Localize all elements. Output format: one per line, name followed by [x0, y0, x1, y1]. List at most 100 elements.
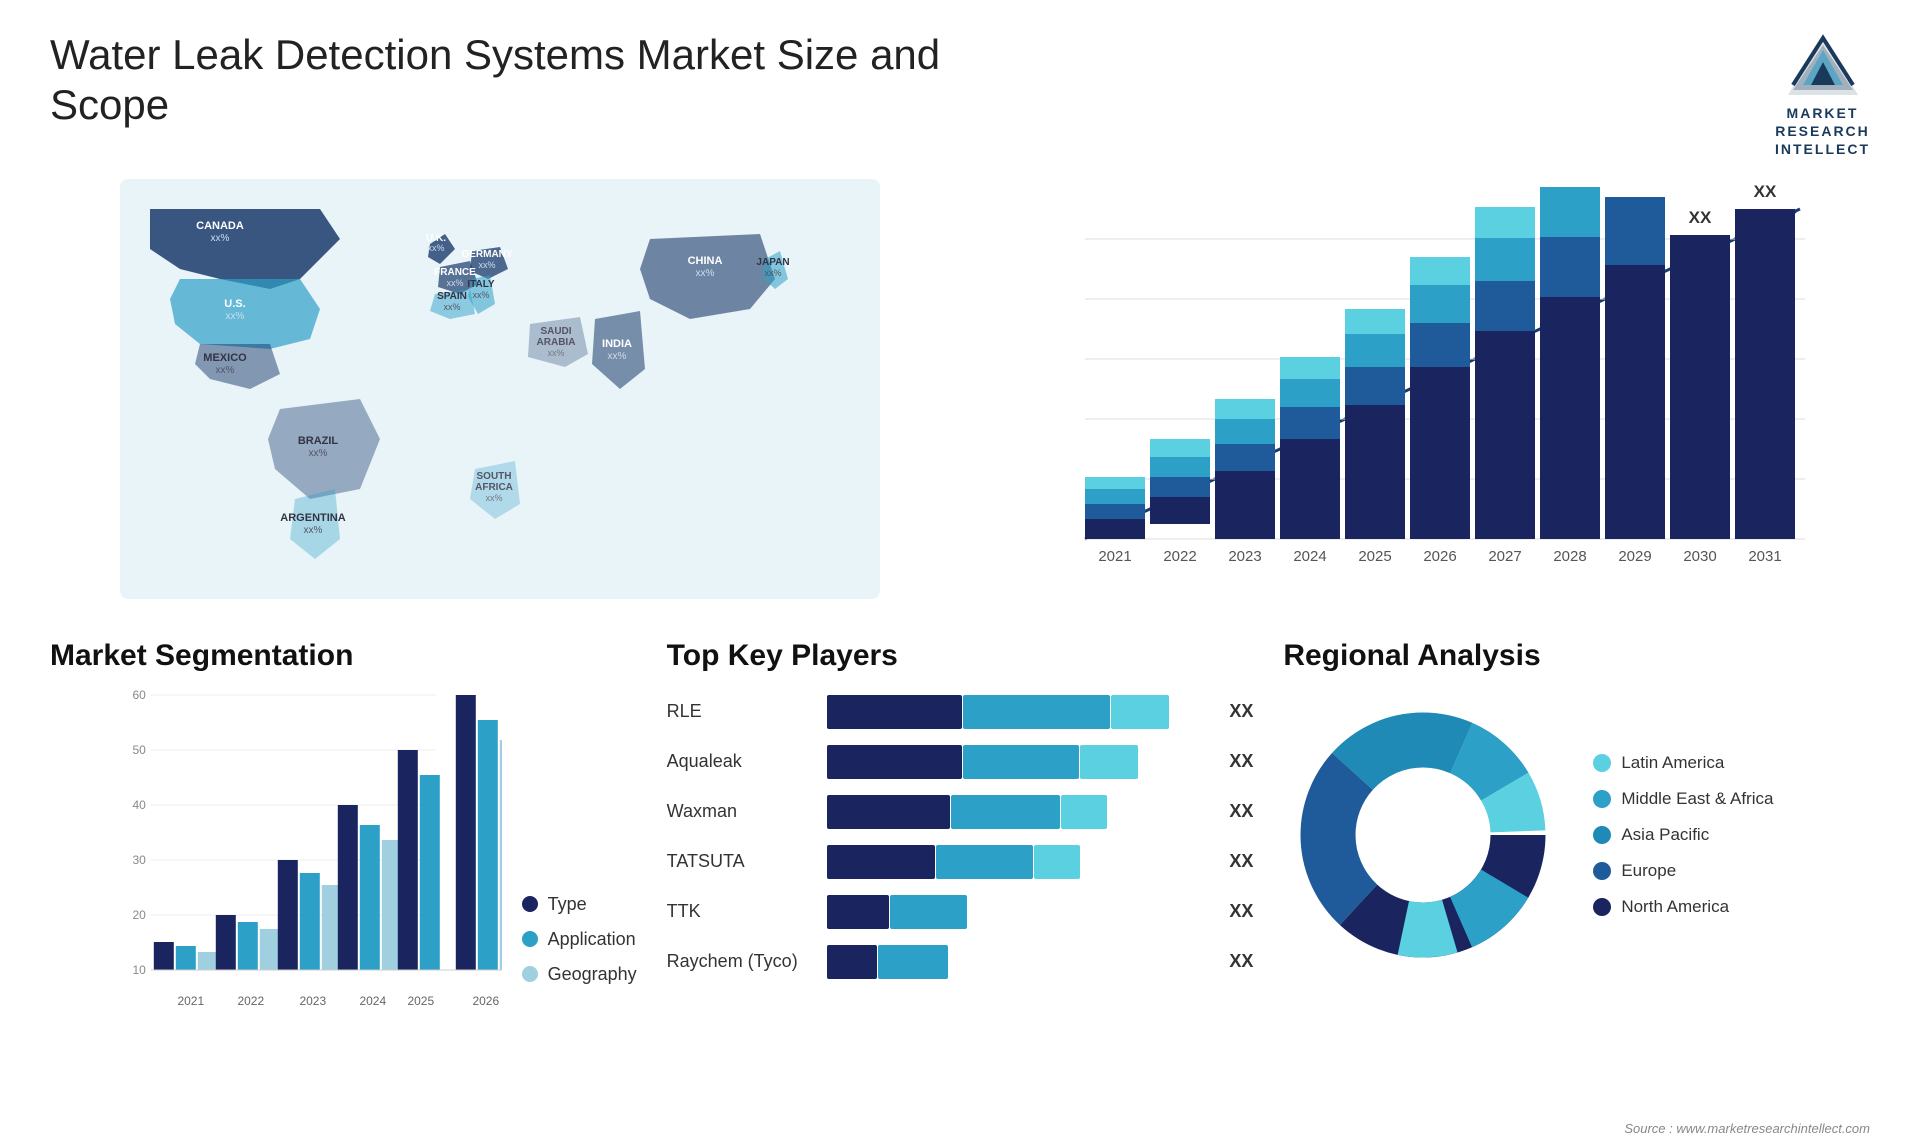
legend-label-type: Type: [548, 894, 587, 915]
page-title: Water Leak Detection Systems Market Size…: [50, 30, 950, 131]
svg-text:40: 40: [132, 798, 146, 812]
segmentation-title: Market Segmentation: [50, 639, 637, 673]
svg-text:2023: 2023: [1228, 548, 1261, 565]
donut-svg: [1283, 695, 1563, 975]
bar-seg-mid: [890, 895, 967, 929]
svg-text:2025: 2025: [1358, 548, 1391, 565]
bar-seg-mid: [963, 745, 1079, 779]
legend-north-america: North America: [1593, 897, 1773, 917]
player-name-tatsuta: TATSUTA: [667, 851, 817, 872]
svg-text:xx%: xx%: [446, 278, 463, 288]
svg-text:20: 20: [132, 908, 146, 922]
dot-middle-east: [1593, 790, 1611, 808]
bar-chart-svg: XX 2021 XX 2022 XX 2023: [990, 179, 1870, 599]
bar-seg-dark: [827, 795, 951, 829]
svg-text:XX: XX: [1754, 182, 1777, 201]
player-value-waxman: XX: [1229, 801, 1253, 822]
svg-text:2025: 2025: [407, 994, 434, 1008]
svg-text:xx%: xx%: [309, 448, 328, 459]
svg-text:2022: 2022: [1163, 548, 1196, 565]
player-row-aqualeak: Aqualeak XX: [667, 745, 1254, 779]
svg-text:xx%: xx%: [427, 243, 444, 253]
bar-seg-mid: [963, 695, 1110, 729]
legend-application: Application: [522, 929, 637, 950]
svg-text:AFRICA: AFRICA: [475, 482, 513, 493]
key-players-title: Top Key Players: [667, 639, 1254, 673]
svg-text:xx%: xx%: [211, 233, 230, 244]
player-bar-ttk: [827, 895, 1214, 929]
player-bar-waxman: [827, 795, 1214, 829]
segmentation-section: Market Segmentation 60 50 40: [50, 639, 637, 1025]
legend-dot-geography: [522, 966, 538, 982]
svg-text:ARGENTINA: ARGENTINA: [280, 512, 345, 524]
dot-europe: [1593, 862, 1611, 880]
legend-middle-east: Middle East & Africa: [1593, 789, 1773, 809]
bar-seg-dark: [827, 695, 962, 729]
label-europe: Europe: [1621, 861, 1676, 881]
logo-text: MARKET RESEARCH INTELLECT: [1775, 104, 1870, 159]
svg-text:xx%: xx%: [443, 302, 460, 312]
logo-area: MARKET RESEARCH INTELLECT: [1775, 30, 1870, 159]
dot-latin-america: [1593, 754, 1611, 772]
bar-seg-light: [1111, 695, 1169, 729]
legend-latin-america: Latin America: [1593, 753, 1773, 773]
bar-seg-mid: [878, 945, 948, 979]
legend-dot-application: [522, 931, 538, 947]
player-name-raychem: Raychem (Tyco): [667, 951, 817, 972]
regional-title: Regional Analysis: [1283, 639, 1870, 673]
svg-text:SAUDI: SAUDI: [540, 326, 571, 337]
dot-north-america: [1593, 898, 1611, 916]
svg-text:ARABIA: ARABIA: [537, 337, 576, 348]
legend-type: Type: [522, 894, 637, 915]
legend-dot-type: [522, 896, 538, 912]
header: Water Leak Detection Systems Market Size…: [50, 30, 1870, 159]
svg-text:2023: 2023: [299, 994, 326, 1008]
svg-text:XX: XX: [1689, 208, 1712, 227]
player-name-ttk: TTK: [667, 901, 817, 922]
svg-text:2027: 2027: [1488, 548, 1521, 565]
svg-text:2031: 2031: [1748, 548, 1781, 565]
svg-text:MEXICO: MEXICO: [203, 352, 247, 364]
logo-icon: [1783, 30, 1863, 100]
svg-text:xx%: xx%: [696, 268, 715, 279]
regional-content: Latin America Middle East & Africa Asia …: [1283, 695, 1870, 975]
legend-geography: Geography: [522, 964, 637, 985]
svg-text:INDIA: INDIA: [602, 338, 632, 350]
svg-text:xx%: xx%: [304, 525, 323, 536]
player-name-rle: RLE: [667, 701, 817, 722]
donut-chart: [1283, 695, 1563, 975]
source-text: Source : www.marketresearchintellect.com: [1624, 1121, 1870, 1136]
player-bar-rle: [827, 695, 1214, 729]
svg-text:GERMANY: GERMANY: [461, 249, 512, 260]
svg-text:xx%: xx%: [226, 311, 245, 322]
svg-text:FRANCE: FRANCE: [434, 267, 476, 278]
svg-text:2024: 2024: [359, 994, 386, 1008]
player-row-ttk: TTK XX: [667, 895, 1254, 929]
svg-text:xx%: xx%: [547, 348, 564, 358]
players-list: RLE XX Aqualeak XX: [667, 695, 1254, 979]
player-row-rle: RLE XX: [667, 695, 1254, 729]
map-section: CANADA xx% U.S. xx% MEXICO xx% BRAZIL xx…: [50, 179, 950, 619]
bar-seg-light: [1080, 745, 1138, 779]
svg-text:2024: 2024: [1293, 548, 1326, 565]
svg-text:2026: 2026: [1423, 548, 1456, 565]
label-asia-pacific: Asia Pacific: [1621, 825, 1709, 845]
player-name-waxman: Waxman: [667, 801, 817, 822]
player-name-aqualeak: Aqualeak: [667, 751, 817, 772]
player-row-waxman: Waxman XX: [667, 795, 1254, 829]
svg-text:CANADA: CANADA: [196, 220, 244, 232]
bar-seg-mid: [951, 795, 1059, 829]
svg-text:2021: 2021: [177, 994, 204, 1008]
svg-text:SOUTH: SOUTH: [477, 471, 512, 482]
player-row-raychem: Raychem (Tyco) XX: [667, 945, 1254, 979]
bar-seg-mid: [936, 845, 1033, 879]
legend-label-geography: Geography: [548, 964, 637, 985]
label-latin-america: Latin America: [1621, 753, 1724, 773]
svg-text:xx%: xx%: [478, 260, 495, 270]
svg-text:SPAIN: SPAIN: [437, 291, 467, 302]
bar-seg-dark: [827, 845, 935, 879]
svg-text:2026: 2026: [472, 994, 499, 1008]
svg-text:2028: 2028: [1553, 548, 1586, 565]
svg-text:CHINA: CHINA: [688, 255, 723, 267]
bar-seg-light: [1061, 795, 1107, 829]
